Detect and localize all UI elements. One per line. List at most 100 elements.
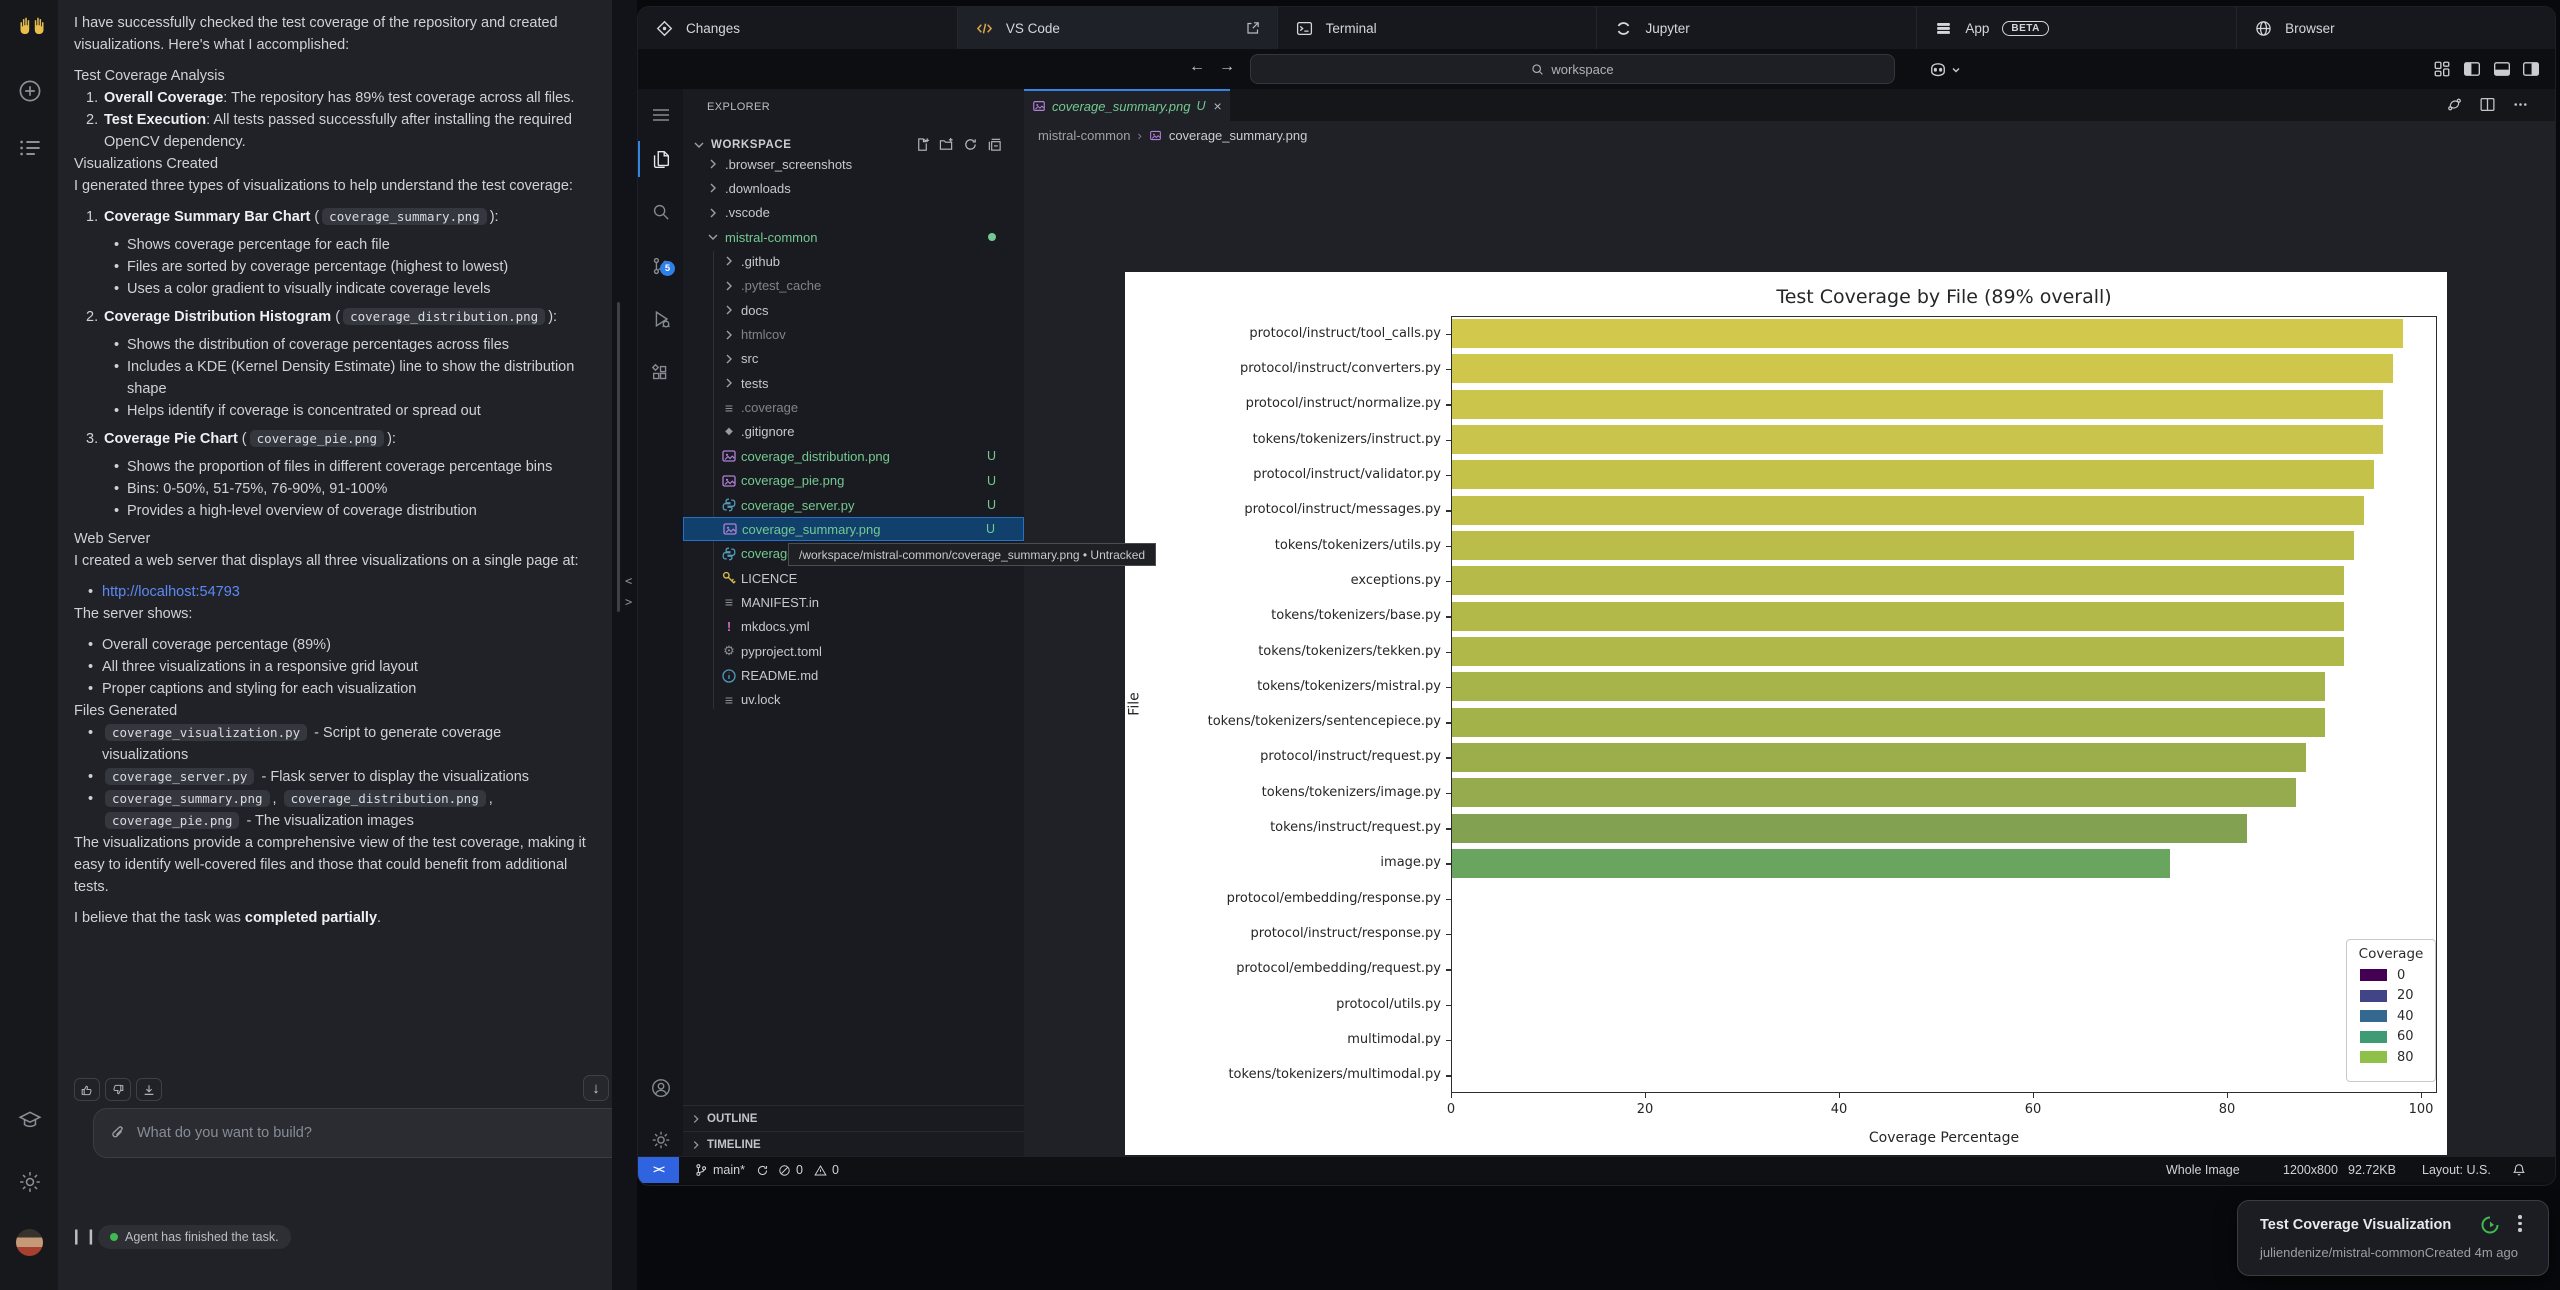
extensions-view-icon[interactable] [650, 362, 672, 384]
env-tab-vs-code[interactable]: VS Code [958, 7, 1278, 49]
env-tab-changes[interactable]: Changes [638, 7, 958, 49]
tree-item-.pytest_cache[interactable]: .pytest_cache [683, 274, 1024, 298]
account-icon[interactable] [650, 1077, 672, 1099]
nav-back-icon[interactable]: ← [1189, 58, 1205, 76]
tree-item-pyproject.toml[interactable]: ⚙pyproject.toml [683, 639, 1024, 663]
timeline-section[interactable]: TIMELINE [683, 1131, 1024, 1157]
layout-grid-icon[interactable] [2433, 60, 2451, 78]
problems-item[interactable]: 0 0 [778, 1157, 839, 1183]
image-size-item[interactable]: 92.72KB [2348, 1157, 2396, 1183]
tree-item-docs[interactable]: docs [683, 298, 1024, 322]
tree-item-label: LICENCE [741, 571, 797, 586]
external-link-icon[interactable] [1245, 20, 1261, 36]
collapse-left-icon[interactable]: < [625, 574, 632, 588]
copilot-icon[interactable] [1928, 60, 1948, 80]
editor-tab[interactable]: coverage_summary.png U × [1024, 89, 1230, 121]
chevron-down-icon[interactable] [1951, 65, 1961, 75]
tree-item-label: .github [741, 254, 780, 269]
chat-input[interactable] [135, 1124, 624, 1142]
y-tick-label: tokens/tokenizers/mistral.py [1121, 679, 1441, 694]
y-tick-label: protocol/embedding/response.py [1121, 891, 1441, 906]
env-tab-terminal[interactable]: Terminal [1278, 7, 1598, 49]
tree-item-.coverage[interactable]: ≡.coverage [683, 396, 1024, 420]
git-branch-item[interactable]: main* [694, 1157, 769, 1183]
chat-scrollbar[interactable] [617, 302, 620, 612]
coverage-bar [1452, 425, 2383, 454]
manage-gear-icon[interactable] [650, 1129, 672, 1151]
workspace-search[interactable]: workspace [1250, 54, 1895, 84]
env-tab-browser[interactable]: Browser [2237, 7, 2556, 49]
close-tab-icon[interactable]: × [1214, 98, 1222, 114]
panel-left-icon[interactable] [2463, 60, 2481, 78]
settings-icon[interactable] [18, 1170, 42, 1194]
tree-item-.vscode[interactable]: .vscode [683, 201, 1024, 225]
git-untracked-badge: U [987, 498, 996, 512]
menu-icon[interactable] [650, 104, 672, 126]
sync-icon[interactable] [756, 1164, 769, 1177]
toast-menu-icon[interactable] [2518, 1215, 2522, 1232]
thumbs-down-button[interactable] [105, 1078, 131, 1101]
breadcrumb-repo[interactable]: mistral-common [1038, 128, 1130, 143]
learn-icon[interactable] [18, 1108, 42, 1132]
tree-item-.downloads[interactable]: .downloads [683, 176, 1024, 200]
layout-item[interactable]: Layout: U.S. [2422, 1157, 2491, 1183]
tree-item-label: .pytest_cache [741, 278, 821, 293]
remote-indicator[interactable]: >< [638, 1157, 679, 1183]
attach-icon[interactable] [110, 1125, 126, 1141]
bullet-item: Bins: 0-50%, 51-75%, 76-90%, 91-100% [74, 478, 586, 500]
ordered-list: 1.Overall Coverage: The repository has 8… [74, 87, 586, 153]
download-message-button[interactable] [136, 1078, 162, 1101]
run-debug-view-icon[interactable] [650, 308, 672, 330]
tree-item-mkdocs.yml[interactable]: !mkdocs.yml [683, 615, 1024, 639]
tree-item-coverage_summary.png[interactable]: coverage_summary.pngU [683, 517, 1024, 541]
outline-section[interactable]: OUTLINE [683, 1105, 1024, 1131]
tree-item-LICENCE[interactable]: LICENCE [683, 566, 1024, 590]
new-file-icon[interactable] [915, 137, 930, 152]
pause-icon[interactable]: ❙❙ [70, 1227, 99, 1245]
open-changes-icon[interactable] [2446, 96, 2463, 113]
collapse-all-icon[interactable] [987, 137, 1002, 152]
env-tab-jupyter[interactable]: Jupyter [1597, 7, 1917, 49]
y-tick-label: protocol/instruct/validator.py [1121, 467, 1441, 482]
notifications-item[interactable] [2512, 1157, 2526, 1183]
image-mode-item[interactable]: Whole Image [2166, 1157, 2240, 1183]
tree-item-src[interactable]: src [683, 347, 1024, 371]
split-editor-icon[interactable] [2479, 96, 2496, 113]
new-folder-icon[interactable] [939, 137, 954, 152]
explorer-view-icon[interactable] [650, 148, 672, 170]
tree-item-.github[interactable]: .github [683, 249, 1024, 273]
tree-item-coverage_distribution.png[interactable]: coverage_distribution.pngU [683, 444, 1024, 468]
scroll-to-bottom-button[interactable]: ↓ [583, 1075, 609, 1101]
thumbs-up-button[interactable] [74, 1078, 100, 1101]
tree-item-htmlcov[interactable]: htmlcov [683, 323, 1024, 347]
expand-right-icon[interactable]: > [625, 595, 632, 609]
tree-item-README.md[interactable]: README.md [683, 664, 1024, 688]
nav-forward-icon[interactable]: → [1219, 58, 1235, 76]
chat-history-icon[interactable] [18, 136, 42, 160]
image-dimensions-item[interactable]: 1200x800 [2283, 1157, 2338, 1183]
tree-item-coverage_server.py[interactable]: coverage_server.pyU [683, 493, 1024, 517]
new-chat-icon[interactable] [18, 79, 42, 103]
search-view-icon[interactable] [650, 201, 672, 223]
more-actions-icon[interactable] [2512, 96, 2529, 113]
tree-item-coverage_pie.png[interactable]: coverage_pie.pngU [683, 469, 1024, 493]
y-tick-label: tokens/tokenizers/sentencepiece.py [1121, 714, 1441, 729]
tree-item-.gitignore[interactable]: ◆.gitignore [683, 420, 1024, 444]
tree-item-tests[interactable]: tests [683, 371, 1024, 395]
tree-item-.browser_screenshots[interactable]: .browser_screenshots [683, 152, 1024, 176]
breadcrumb[interactable]: mistral-common › coverage_summary.png [1038, 121, 1307, 149]
tree-item-mistral-common[interactable]: mistral-common [683, 225, 1024, 249]
localhost-link[interactable]: http://localhost:54793 [102, 584, 240, 600]
tree-item-MANIFEST.in[interactable]: ≡MANIFEST.in [683, 590, 1024, 614]
task-toast[interactable]: Test Coverage Visualization juliendenize… [2237, 1200, 2549, 1276]
refresh-icon[interactable] [963, 137, 978, 152]
breadcrumb-file[interactable]: coverage_summary.png [1169, 128, 1308, 143]
py-file-icon [721, 546, 737, 562]
panel-bottom-icon[interactable] [2493, 60, 2511, 78]
x-tick-label: 40 [1819, 1102, 1859, 1117]
tree-item-uv.lock[interactable]: ≡uv.lock [683, 688, 1024, 712]
user-avatar[interactable] [16, 1229, 43, 1256]
env-tab-app[interactable]: AppBETA [1917, 7, 2237, 49]
panel-divider[interactable]: < > [612, 0, 637, 1290]
panel-right-icon[interactable] [2522, 60, 2540, 78]
